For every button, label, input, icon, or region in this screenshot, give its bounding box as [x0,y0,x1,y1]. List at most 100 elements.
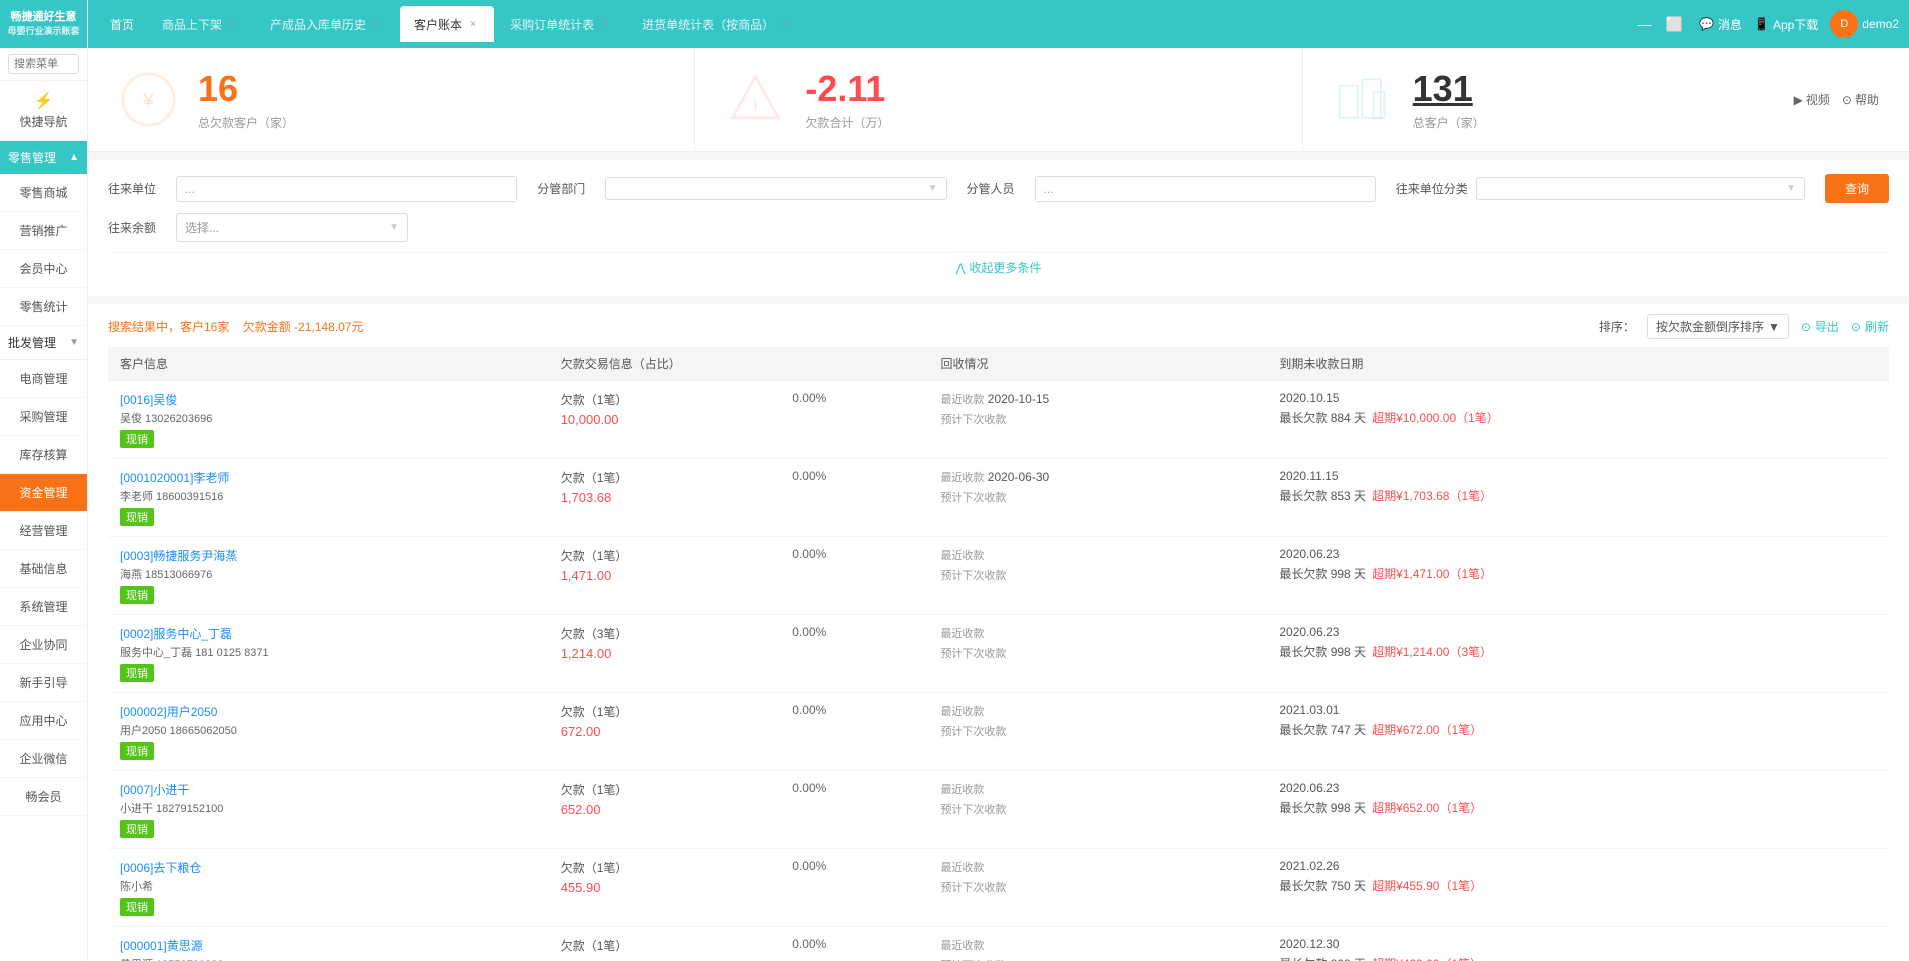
debt-ratio: 0.00% [792,625,916,639]
collapse-button[interactable]: ⋀ 收起更多条件 [108,252,1889,282]
customer-table: 客户信息 欠款交易信息（占比） 回收情况 到期未收款日期 [0016]吴俊 吴俊… [108,347,1889,961]
sidebar-item-enterprise[interactable]: 企业协同 [0,626,87,664]
col-header-due-date: 到期未收款日期 [1267,347,1889,381]
stat-info-amount: -2.11 欠款合计（万） [805,68,1271,131]
sidebar-item-marketing[interactable]: 营销推广 [0,212,87,250]
customer-name-link[interactable]: [0002]服务中心_丁磊 [120,625,537,642]
overdue-amount-link[interactable]: 超期¥455.90（1笔） [1372,877,1482,894]
sidebar-item-label: 系统管理 [8,598,79,615]
tab-close-icon[interactable]: × [370,17,384,31]
dept-select[interactable]: ▼ [605,177,946,200]
overdue-amount-link[interactable]: 超期¥1,471.00（1笔） [1372,565,1492,582]
sidebar-item-system[interactable]: 系统管理 [0,588,87,626]
tab-purchase-order[interactable]: 采购订单统计表 × [496,6,626,42]
minimize-icon[interactable]: — [1634,14,1656,35]
person-input[interactable]: ... [1035,176,1376,202]
customer-tag: 现销 [120,586,154,604]
overdue-amount-link[interactable]: 超期¥1,703.68（1笔） [1372,487,1492,504]
sidebar-item-ecommerce[interactable]: 电商管理 [0,360,87,398]
sidebar-item-basic[interactable]: 基础信息 [0,550,87,588]
overdue-days: 最长欠款 998 天 [1279,565,1366,582]
help-button[interactable]: ⊙ 帮助 [1842,91,1879,108]
debt-amount: 1,214.00 [561,646,769,661]
next-collection-label: 预计下次收款 [940,723,1255,739]
stat-card-total-customers: 131 总客户（家） ▶ 视频 ⊙ 帮助 [1303,48,1909,151]
tab-customer-account[interactable]: 客户账本 × [400,6,494,42]
sidebar-section-retail[interactable]: 零售管理 ▲ [0,141,87,174]
sort-select[interactable]: 按欠款金额倒序排序 ▼ [1647,314,1789,339]
sidebar-item-inventory[interactable]: 库存核算 [0,436,87,474]
debt-text: 欠款金额 -21,148.07元 [243,320,364,334]
results-text: 搜索结果中，客户16家 欠款金额 -21,148.07元 [108,318,363,335]
cell-debt-info: 欠款（1笔） 652.00 [549,771,781,849]
cell-customer-info: [0001020001]李老师 李老师 18600391516 现销 [108,459,549,537]
tab-inbound-history[interactable]: 产成品入库单历史 × [256,6,398,42]
overdue-amount-link[interactable]: 超期¥429.00（1笔） [1372,955,1482,961]
category-select[interactable]: ▼ [1476,177,1805,200]
search-input[interactable] [8,54,79,74]
customer-name-link[interactable]: [0016]吴俊 [120,391,537,408]
logo-text: 畅捷通好生意 [11,11,77,24]
overdue-amount-link[interactable]: 超期¥652.00（1笔） [1372,799,1482,816]
overdue-amount-link[interactable]: 超期¥10,000.00（1笔） [1372,409,1499,426]
cell-debt-ratio: 0.00% [780,459,928,537]
customer-name-link[interactable]: [0001020001]李老师 [120,469,537,486]
stat-card-debt-customers: ¥ 16 总欠款客户（家） [88,48,695,151]
debt-amount: 1,703.68 [561,490,769,505]
maximize-icon[interactable]: ⬜ [1662,14,1687,35]
search-button[interactable]: 查询 [1825,174,1889,203]
sidebar-item-retail-stat[interactable]: 零售统计 [0,288,87,326]
app-download-button[interactable]: 📱 App下载 [1754,16,1818,33]
debt-ratio: 0.00% [792,391,916,405]
balance-select[interactable]: 选择... ▼ [176,213,408,242]
chevron-down-icon: ▼ [928,183,938,194]
tab-close-icon[interactable]: × [466,17,480,31]
customer-name-link[interactable]: [0007]小进干 [120,781,537,798]
overdue-amount-link[interactable]: 超期¥672.00（1笔） [1372,721,1482,738]
filter-label-source: 往来单位 [108,180,168,197]
tab-purchase-stat[interactable]: 进货单统计表（按商品） × [628,6,806,42]
due-date: 2020.10.15 [1279,391,1877,405]
sidebar-item-wechat[interactable]: 企业微信 [0,740,87,778]
sidebar-item-retail-store[interactable]: 零售商城 [0,174,87,212]
sidebar-section-batch[interactable]: 批发管理 ▼ [0,326,87,360]
sidebar-item-label: 资金管理 [8,484,79,501]
export-button[interactable]: ⊙ 导出 [1801,318,1839,335]
message-button[interactable]: 💬 消息 [1699,16,1742,33]
filter-group-category: 往来单位分类 ▼ [1396,177,1805,200]
customer-name-link[interactable]: [0006]去下粮仓 [120,859,537,876]
customer-name-link[interactable]: [000002]用户2050 [120,703,537,720]
customer-name-link[interactable]: [000001]黄思源 [120,937,537,954]
sidebar-item-newbie[interactable]: 新手引导 [0,664,87,702]
next-collection-label: 预计下次收款 [940,801,1255,817]
recent-label: 最近收款 [940,862,984,874]
sidebar-item-member2[interactable]: 畅会员 [0,778,87,816]
tab-products[interactable]: 商品上下架 × [148,6,254,42]
user-profile[interactable]: D demo2 [1830,10,1899,38]
filter-dots: ... [1044,182,1054,196]
overdue-days: 最长欠款 853 天 [1279,487,1366,504]
overdue-amount-link[interactable]: 超期¥1,214.00（3笔） [1372,643,1492,660]
results-actions: 排序： 按欠款金额倒序排序 ▼ ⊙ 导出 ⊙ 刷新 [1599,314,1889,339]
tab-close-icon[interactable]: × [778,17,792,31]
sidebar-item-quicknav[interactable]: ⚡ 快捷导航 [0,81,87,141]
tab-home[interactable]: 首页 [98,16,146,33]
sidebar-item-operations[interactable]: 经营管理 [0,512,87,550]
chevron-down-icon: ▼ [1768,320,1780,334]
due-date: 2021.03.01 [1279,703,1877,717]
customer-name-link[interactable]: [0003]畅捷服务尹海蒸 [120,547,537,564]
sidebar-item-label: 应用中心 [8,712,79,729]
sidebar-item-member[interactable]: 会员中心 [0,250,87,288]
source-unit-input[interactable]: ... [176,176,517,202]
sidebar-item-app-center[interactable]: 应用中心 [0,702,87,740]
filter-label-person: 分管人员 [967,180,1027,197]
tab-close-icon[interactable]: × [598,17,612,31]
cell-customer-info: [0003]畅捷服务尹海蒸 海燕 18513066976 现销 [108,537,549,615]
video-button[interactable]: ▶ 视频 [1794,91,1830,108]
next-collection-label: 预计下次收款 [940,879,1255,895]
sidebar-item-purchase[interactable]: 采购管理 [0,398,87,436]
refresh-button[interactable]: ⊙ 刷新 [1851,318,1889,335]
tab-close-icon[interactable]: × [226,17,240,31]
sidebar-item-finance[interactable]: 资金管理 [0,474,87,512]
cell-customer-info: [000001]黄思源 黄思源 13552700226 现销 [108,927,549,961]
